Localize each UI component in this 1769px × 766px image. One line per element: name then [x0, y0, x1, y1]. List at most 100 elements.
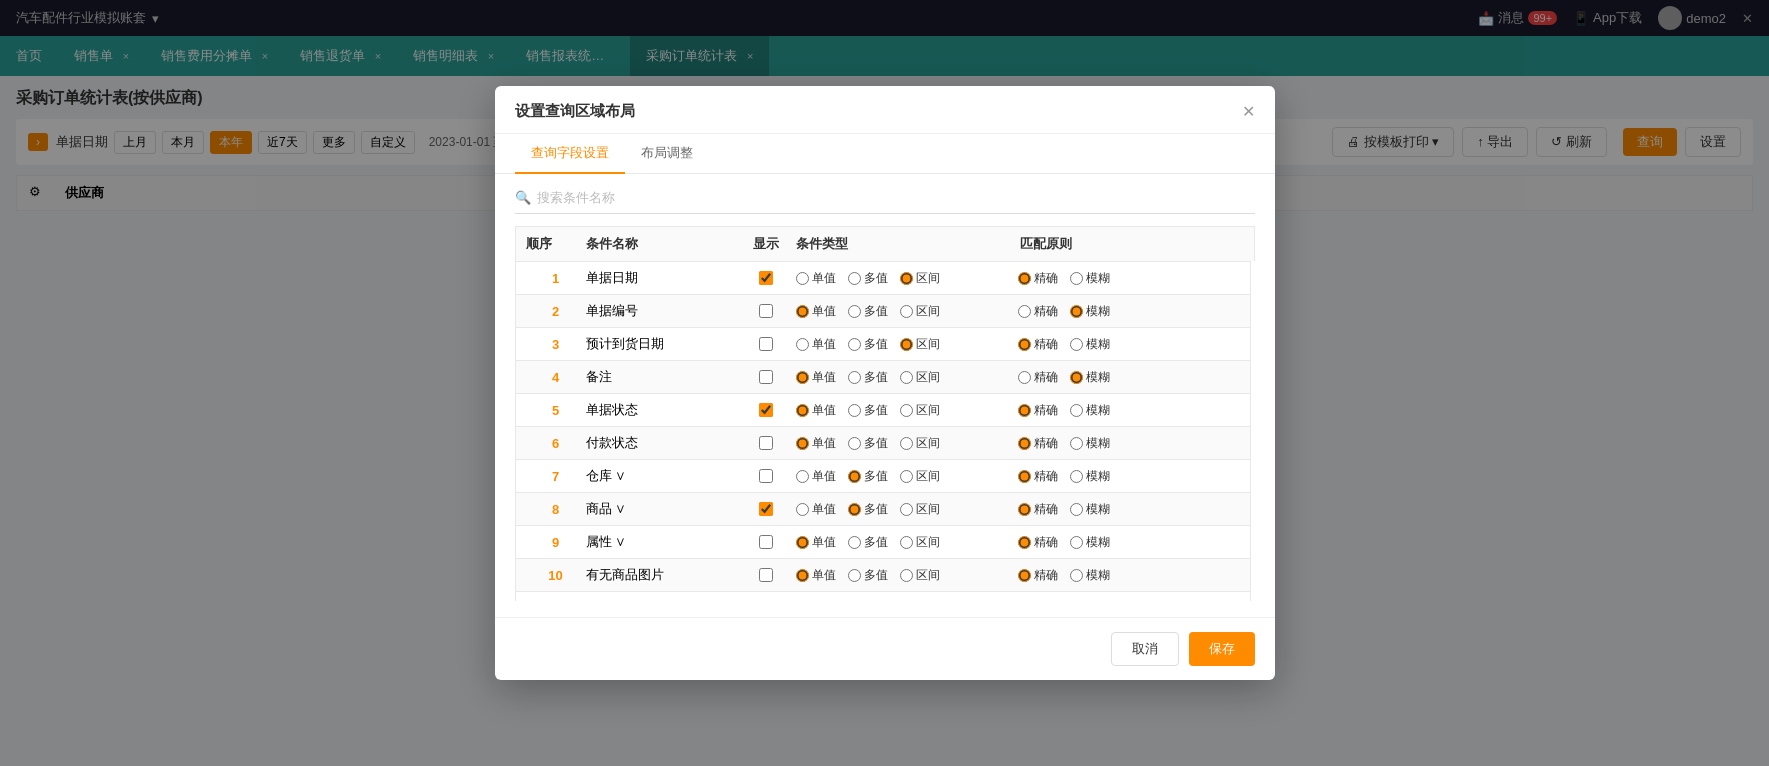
radio-rule-input[interactable] — [1018, 404, 1031, 417]
radio-type-label: 多值 — [864, 567, 888, 584]
radio-rule-input[interactable] — [1018, 470, 1031, 483]
radio-type-input[interactable] — [796, 272, 809, 285]
radio-rule-input[interactable] — [1070, 503, 1083, 516]
row-display-checkbox[interactable] — [759, 469, 773, 483]
save-button[interactable]: 保存 — [1189, 632, 1255, 666]
radio-type-input[interactable] — [796, 404, 809, 417]
radio-rule-input[interactable] — [1018, 503, 1031, 516]
radio-type-input[interactable] — [848, 404, 861, 417]
radio-type-input[interactable] — [848, 338, 861, 351]
radio-type-item: 多值 — [848, 402, 888, 419]
radio-rule-label: 模糊 — [1086, 402, 1110, 419]
radio-type-input[interactable] — [848, 569, 861, 582]
radio-rule-input[interactable] — [1070, 569, 1083, 582]
radio-type-input[interactable] — [796, 437, 809, 450]
radio-rule-item: 精确 — [1018, 435, 1058, 452]
radio-type-label: 区间 — [916, 435, 940, 452]
radio-rule-input[interactable] — [1018, 338, 1031, 351]
radio-type-input[interactable] — [848, 503, 861, 516]
radio-type-input[interactable] — [796, 305, 809, 318]
radio-rule-input[interactable] — [1018, 437, 1031, 450]
radio-rule-item: 模糊 — [1070, 303, 1110, 320]
row-display-checkbox[interactable] — [759, 370, 773, 384]
radio-type-item: 区间 — [900, 534, 940, 551]
radio-rule-label: 模糊 — [1086, 501, 1110, 518]
radio-rule-label: 模糊 — [1086, 303, 1110, 320]
radio-rule-label: 精确 — [1034, 435, 1058, 452]
row-type-group: 单值多值区间 — [796, 303, 1018, 320]
radio-rule-item: 精确 — [1018, 534, 1058, 551]
radio-type-input[interactable] — [900, 470, 913, 483]
radio-rule-item: 模糊 — [1070, 501, 1110, 518]
dialog-close-button[interactable]: ✕ — [1242, 102, 1255, 121]
radio-type-input[interactable] — [796, 569, 809, 582]
radio-type-label: 单值 — [812, 600, 836, 602]
radio-rule-input[interactable] — [1070, 437, 1083, 450]
radio-type-input[interactable] — [900, 569, 913, 582]
radio-type-input[interactable] — [900, 404, 913, 417]
row-rule-group: 精确模糊 — [1018, 435, 1240, 452]
tab-query-fields[interactable]: 查询字段设置 — [515, 134, 625, 174]
radio-type-input[interactable] — [848, 536, 861, 549]
radio-type-input[interactable] — [900, 371, 913, 384]
row-display-checkbox[interactable] — [759, 502, 773, 516]
row-display-checkbox[interactable] — [759, 535, 773, 549]
radio-type-input[interactable] — [848, 437, 861, 450]
radio-rule-input[interactable] — [1070, 305, 1083, 318]
radio-type-item: 多值 — [848, 369, 888, 386]
row-display-checkbox[interactable] — [759, 568, 773, 582]
radio-rule-input[interactable] — [1070, 272, 1083, 285]
row-name: 单据编号 — [586, 302, 736, 320]
radio-type-input[interactable] — [848, 470, 861, 483]
radio-rule-input[interactable] — [1070, 371, 1083, 384]
radio-type-input[interactable] — [900, 272, 913, 285]
radio-type-input[interactable] — [796, 503, 809, 516]
radio-type-item: 单值 — [796, 270, 836, 287]
radio-rule-input[interactable] — [1070, 404, 1083, 417]
radio-type-input[interactable] — [900, 305, 913, 318]
radio-type-input[interactable] — [796, 536, 809, 549]
radio-type-input[interactable] — [796, 371, 809, 384]
radio-rule-input[interactable] — [1070, 338, 1083, 351]
radio-type-label: 单值 — [812, 270, 836, 287]
radio-rule-input[interactable] — [1070, 536, 1083, 549]
row-type-group: 单值多值区间 — [796, 534, 1018, 551]
row-display-checkbox[interactable] — [759, 304, 773, 318]
radio-rule-input[interactable] — [1070, 470, 1083, 483]
radio-type-item: 多值 — [848, 501, 888, 518]
radio-rule-input[interactable] — [1018, 272, 1031, 285]
radio-type-item: 单值 — [796, 501, 836, 518]
row-rule-group: 精确模糊 — [1018, 369, 1240, 386]
row-display-checkbox[interactable] — [759, 337, 773, 351]
row-order: 2 — [526, 304, 586, 319]
radio-type-item: 单值 — [796, 567, 836, 584]
radio-type-input[interactable] — [900, 503, 913, 516]
row-display-checkbox[interactable] — [759, 403, 773, 417]
radio-type-input[interactable] — [848, 305, 861, 318]
radio-type-label: 多值 — [864, 336, 888, 353]
radio-type-input[interactable] — [900, 338, 913, 351]
radio-rule-input[interactable] — [1018, 536, 1031, 549]
radio-rule-input[interactable] — [1018, 371, 1031, 384]
row-name: 单据状态 — [586, 401, 736, 419]
row-display-checkbox[interactable] — [759, 271, 773, 285]
radio-type-input[interactable] — [900, 536, 913, 549]
radio-type-item: 区间 — [900, 402, 940, 419]
radio-type-item: 多值 — [848, 600, 888, 602]
row-rule-group: 精确模糊 — [1018, 501, 1240, 518]
radio-rule-input[interactable] — [1018, 305, 1031, 318]
tab-layout[interactable]: 布局调整 — [625, 134, 709, 174]
radio-rule-input[interactable] — [1018, 569, 1031, 582]
radio-type-label: 多值 — [864, 534, 888, 551]
radio-type-label: 多值 — [864, 402, 888, 419]
radio-type-input[interactable] — [796, 470, 809, 483]
radio-type-label: 区间 — [916, 567, 940, 584]
row-display-checkbox[interactable] — [759, 436, 773, 450]
radio-type-input[interactable] — [848, 371, 861, 384]
radio-type-input[interactable] — [900, 437, 913, 450]
radio-type-input[interactable] — [796, 338, 809, 351]
cancel-button[interactable]: 取消 — [1111, 632, 1179, 666]
radio-type-label: 区间 — [916, 336, 940, 353]
radio-type-input[interactable] — [848, 272, 861, 285]
search-input[interactable] — [537, 190, 1255, 205]
